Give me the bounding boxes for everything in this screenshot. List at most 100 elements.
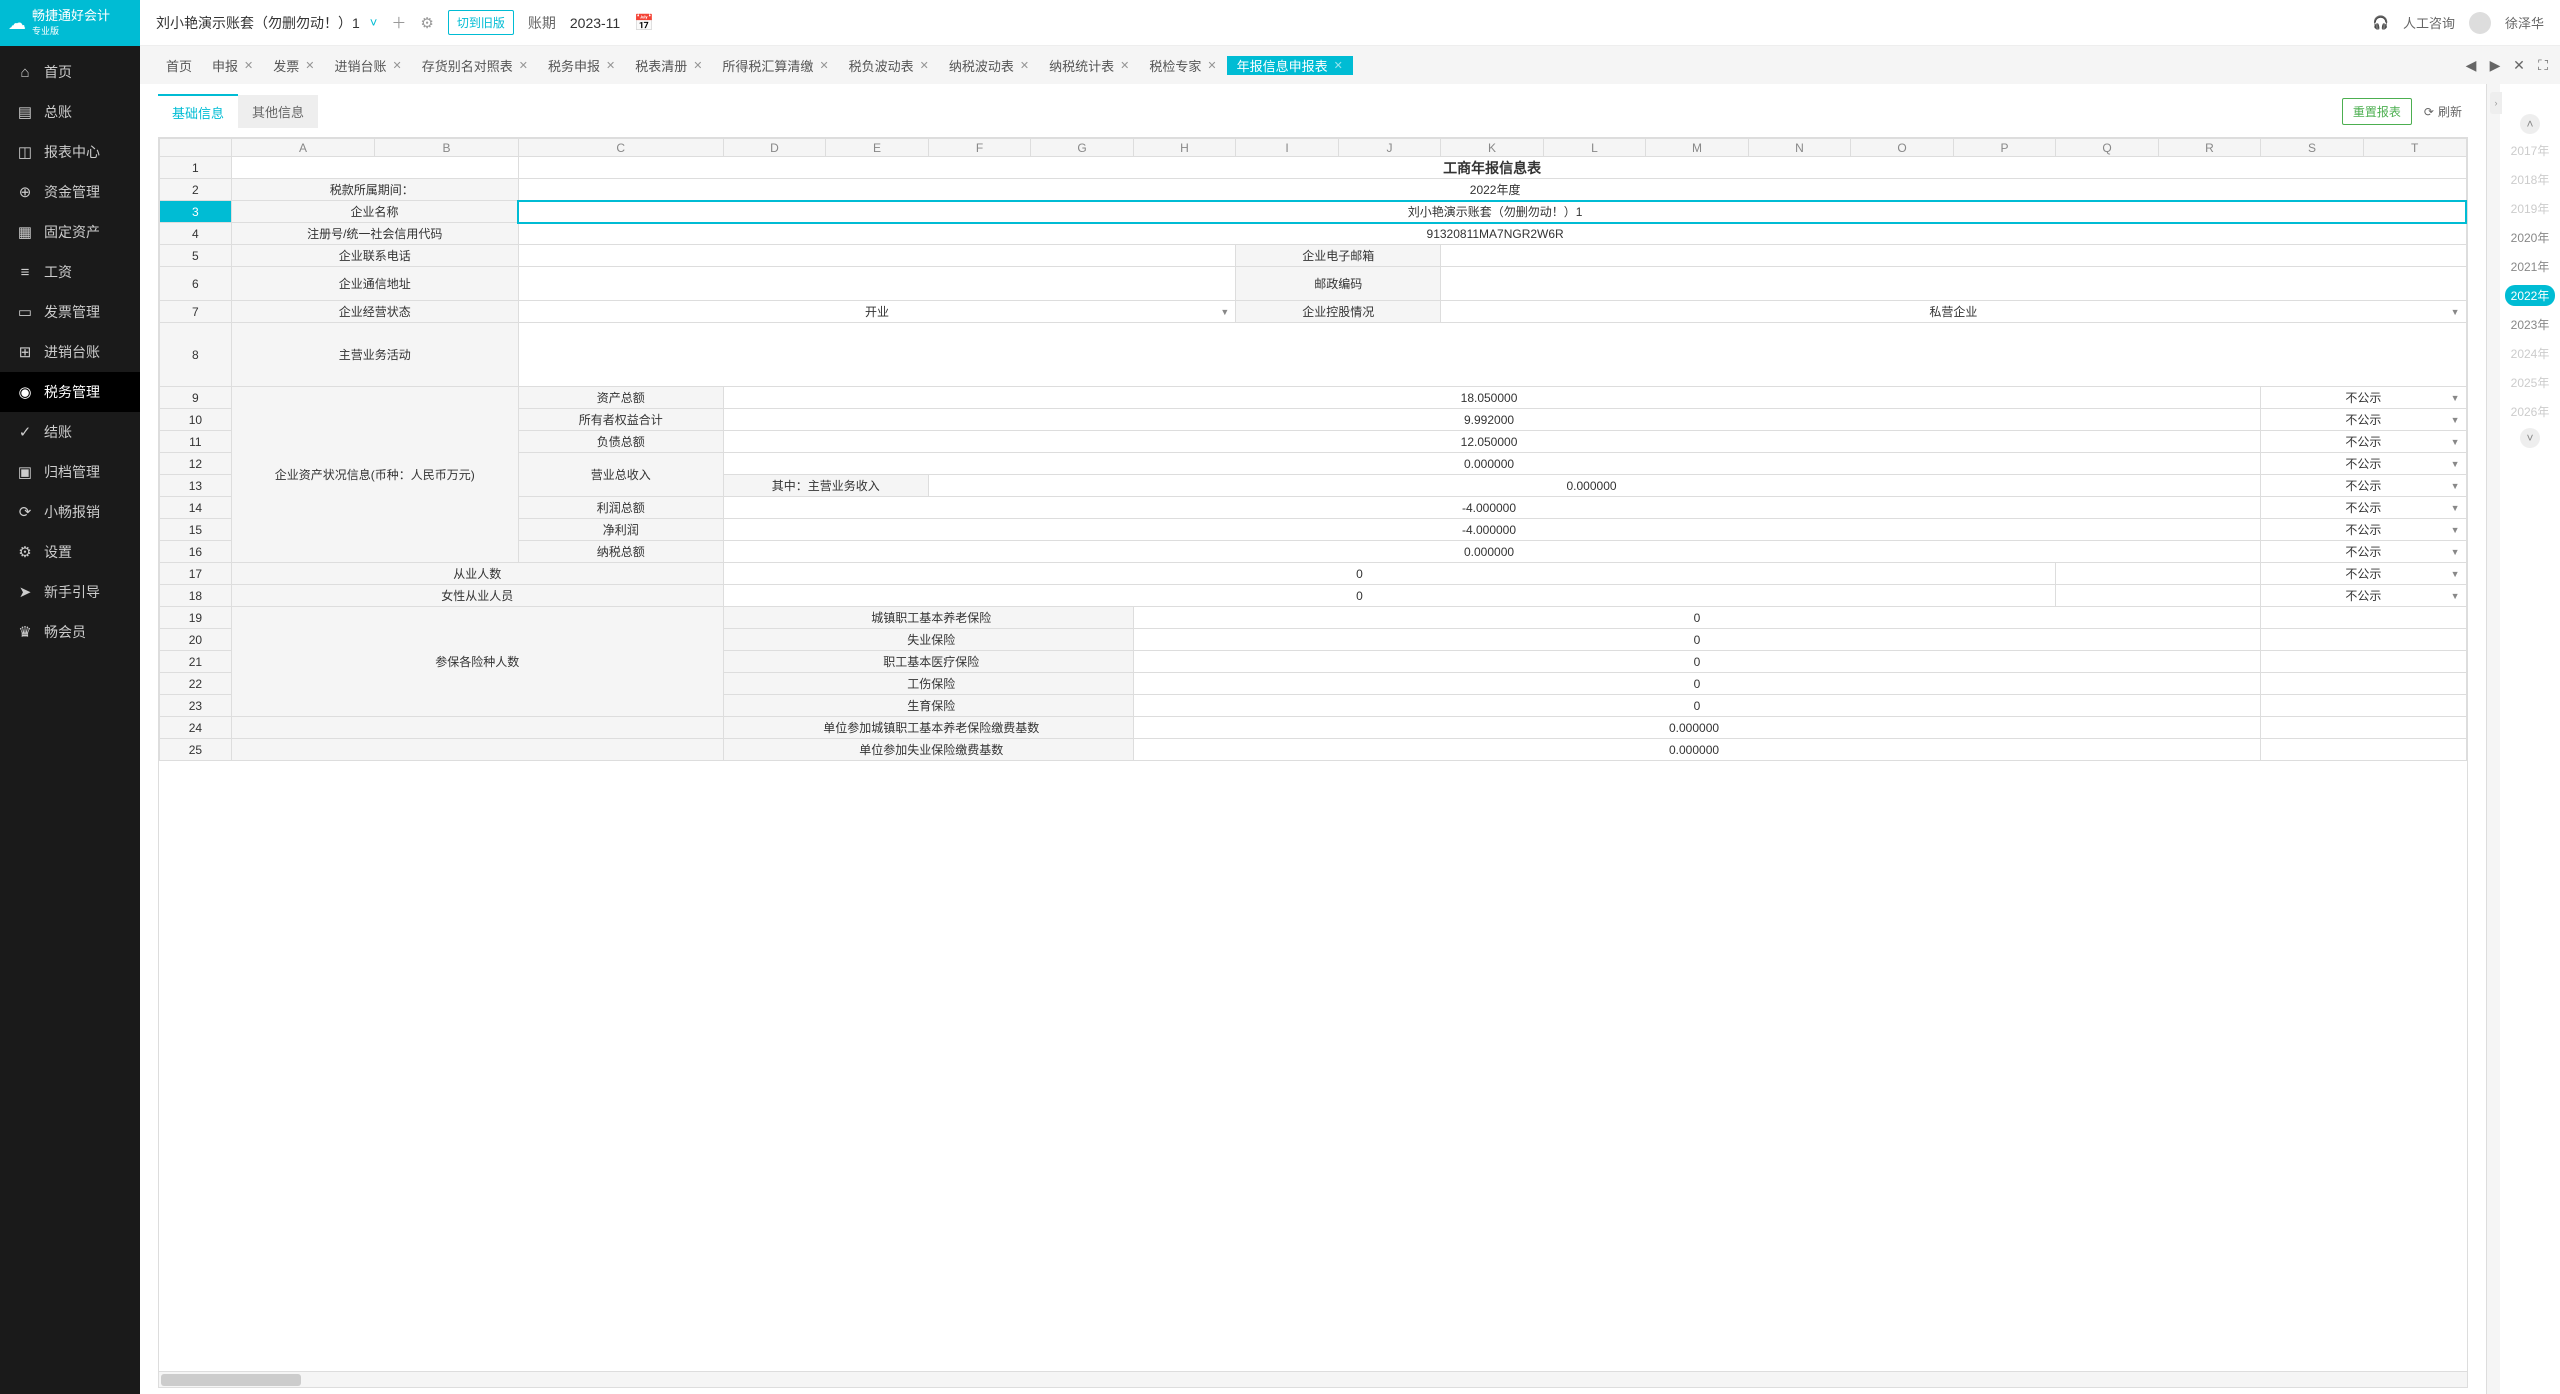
nav-item-13[interactable]: ➤新手引导 xyxy=(0,572,140,612)
year-down-button[interactable]: ˅ xyxy=(2520,428,2540,448)
spreadsheet-grid[interactable]: ABCDEFGHIJKLMNOPQRST1工商年报信息表2税款所属期间：2022… xyxy=(158,137,2468,1372)
nav-icon: ◉ xyxy=(16,383,34,401)
nav-item-3[interactable]: ⊕资金管理 xyxy=(0,172,140,212)
topbar: 刘小艳演示账套（勿删勿动！）1 ˅ ＋ ⚙ 切到旧版 账期 2023-11 📅 … xyxy=(140,0,2560,46)
nav-icon: ▦ xyxy=(16,223,34,241)
vertical-scrollbar[interactable] xyxy=(2486,84,2500,1394)
tab-bar: 首页申报✕发票✕进销台账✕存货别名对照表✕税务申报✕税表清册✕所得税汇算清缴✕税… xyxy=(140,46,2560,84)
period-value[interactable]: 2023-11 xyxy=(570,15,620,31)
nav-icon: ⊞ xyxy=(16,343,34,361)
chevron-down-icon: ˅ xyxy=(370,15,378,30)
year-rail: › ˄ 2017年2018年2019年2020年2021年2022年2023年2… xyxy=(2500,84,2560,1394)
subtab-other[interactable]: 其他信息 xyxy=(238,95,318,128)
nav-item-12[interactable]: ⚙ 设置 xyxy=(0,532,140,572)
nav-item-2[interactable]: ◫报表中心 xyxy=(0,132,140,172)
nav-item-5[interactable]: ≡ 工资 xyxy=(0,252,140,292)
tab-next-button[interactable]: ▶ xyxy=(2484,57,2506,74)
tab-12[interactable]: 年报信息申报表✕ xyxy=(1227,56,1353,75)
account-selector[interactable]: 刘小艳演示账套（勿删勿动！）1 ˅ xyxy=(156,13,377,33)
close-icon[interactable]: ✕ xyxy=(606,59,615,72)
tab-0[interactable]: 首页 xyxy=(156,56,202,75)
brand-sub: 专业版 xyxy=(32,24,110,37)
nav-label: 设置 xyxy=(44,542,72,562)
close-icon[interactable]: ✕ xyxy=(305,59,314,72)
nav-item-1[interactable]: ▤ 总账 xyxy=(0,92,140,132)
nav-label: 归档管理 xyxy=(44,462,100,482)
tab-7[interactable]: 所得税汇算清缴✕ xyxy=(712,56,838,75)
nav-item-0[interactable]: ⌂ 首页 xyxy=(0,52,140,92)
nav-item-7[interactable]: ⊞进销台账 xyxy=(0,332,140,372)
nav-icon: ▤ xyxy=(16,103,34,121)
nav-item-8[interactable]: ◉ 税务管理 xyxy=(0,372,140,412)
year-2017年: 2017年 xyxy=(2505,140,2556,161)
close-icon[interactable]: ✕ xyxy=(693,59,702,72)
nav-label: 税务管理 xyxy=(44,382,100,402)
close-icon[interactable]: ✕ xyxy=(920,59,929,72)
close-icon[interactable]: ✕ xyxy=(1334,59,1343,72)
switch-old-version-button[interactable]: 切到旧版 xyxy=(448,10,514,35)
nav-item-9[interactable]: ✓结账 xyxy=(0,412,140,452)
nav-label: 总账 xyxy=(44,102,72,122)
year-2025年: 2025年 xyxy=(2505,372,2556,393)
nav-item-6[interactable]: ▭发票管理 xyxy=(0,292,140,332)
tab-prev-button[interactable]: ◀ xyxy=(2460,57,2482,74)
year-2018年: 2018年 xyxy=(2505,169,2556,190)
tab-close-all-button[interactable]: ✕ xyxy=(2508,57,2530,74)
nav-label: 结账 xyxy=(44,422,72,442)
tab-5[interactable]: 税务申报✕ xyxy=(538,56,625,75)
tab-3[interactable]: 进销台账✕ xyxy=(324,56,411,75)
horizontal-scrollbar[interactable] xyxy=(158,1372,2468,1388)
close-icon[interactable]: ✕ xyxy=(819,59,828,72)
year-up-button[interactable]: ˄ xyxy=(2520,114,2540,134)
year-2020年[interactable]: 2020年 xyxy=(2505,227,2556,248)
avatar[interactable] xyxy=(2469,12,2491,34)
nav-icon: ♛ xyxy=(16,623,34,641)
rail-collapse-button[interactable]: › xyxy=(2490,92,2502,114)
period-label: 账期 xyxy=(528,13,556,33)
brand-name: 畅捷通好会计 xyxy=(32,9,110,23)
tab-fullscreen-button[interactable]: ⛶ xyxy=(2532,57,2554,74)
close-icon[interactable]: ✕ xyxy=(244,59,253,72)
year-2026年: 2026年 xyxy=(2505,401,2556,422)
user-name[interactable]: 徐泽华 xyxy=(2505,13,2544,32)
close-icon[interactable]: ✕ xyxy=(1207,59,1216,72)
nav-item-10[interactable]: ▣ 归档管理 xyxy=(0,452,140,492)
nav-icon: ≡ xyxy=(16,264,34,281)
nav-icon: ⌂ xyxy=(16,64,34,81)
tab-8[interactable]: 税负波动表✕ xyxy=(839,56,939,75)
nav-icon: ▣ xyxy=(16,463,34,481)
tab-4[interactable]: 存货别名对照表✕ xyxy=(412,56,538,75)
nav-item-4[interactable]: ▦ 固定资产 xyxy=(0,212,140,252)
year-2024年: 2024年 xyxy=(2505,343,2556,364)
tab-6[interactable]: 税表清册✕ xyxy=(625,56,712,75)
tab-2[interactable]: 发票✕ xyxy=(263,56,324,75)
nav-item-14[interactable]: ♛畅会员 xyxy=(0,612,140,652)
tab-9[interactable]: 纳税波动表✕ xyxy=(939,56,1039,75)
year-2021年[interactable]: 2021年 xyxy=(2505,256,2556,277)
refresh-button[interactable]: ⟳ 刷新 xyxy=(2418,98,2468,125)
tab-11[interactable]: 税检专家✕ xyxy=(1139,56,1226,75)
calendar-icon[interactable]: 📅 xyxy=(634,13,654,33)
nav-item-11[interactable]: ⟳ 小畅报销 xyxy=(0,492,140,532)
support-link[interactable]: 人工咨询 xyxy=(2403,13,2455,32)
close-icon[interactable]: ✕ xyxy=(1120,59,1129,72)
reset-report-button[interactable]: 重置报表 xyxy=(2342,98,2412,125)
close-icon[interactable]: ✕ xyxy=(519,59,528,72)
close-icon[interactable]: ✕ xyxy=(1020,59,1029,72)
nav-icon: ▭ xyxy=(16,303,34,321)
nav-label: 首页 xyxy=(44,62,72,82)
tab-10[interactable]: 纳税统计表✕ xyxy=(1039,56,1139,75)
nav-label: 小畅报销 xyxy=(44,502,100,522)
subtab-basic[interactable]: 基础信息 xyxy=(158,94,238,129)
close-icon[interactable]: ✕ xyxy=(393,59,402,72)
nav-icon: ⟳ xyxy=(16,503,34,521)
nav-icon: ⊕ xyxy=(16,183,34,201)
add-account-button[interactable]: ＋ xyxy=(391,12,406,33)
nav-icon: ⚙ xyxy=(16,543,34,561)
nav-label: 工资 xyxy=(44,262,72,282)
tab-1[interactable]: 申报✕ xyxy=(202,56,263,75)
settings-icon[interactable]: ⚙ xyxy=(420,14,433,32)
year-2023年[interactable]: 2023年 xyxy=(2505,314,2556,335)
year-2022年[interactable]: 2022年 xyxy=(2505,285,2556,306)
nav-label: 固定资产 xyxy=(44,222,100,242)
